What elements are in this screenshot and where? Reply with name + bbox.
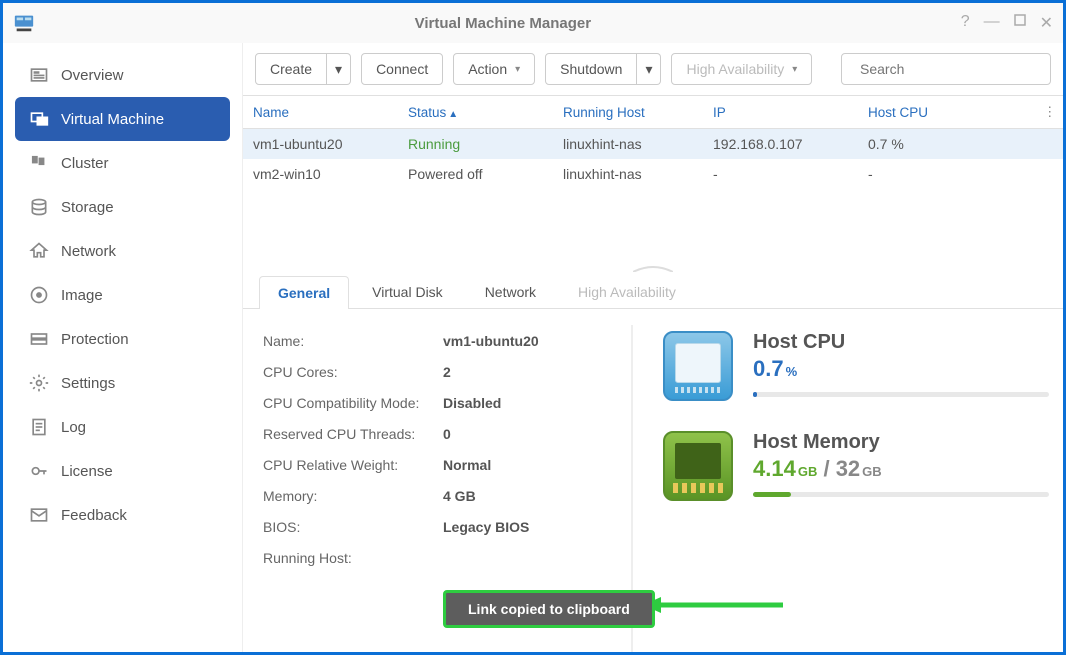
- memory-chip-icon: [663, 431, 733, 501]
- prop-key: CPU Compatibility Mode:: [263, 395, 443, 411]
- window-title: Virtual Machine Manager: [45, 15, 961, 32]
- sidebar-label: Storage: [61, 199, 114, 216]
- license-icon: [29, 461, 49, 481]
- column-cpu[interactable]: Host CPU: [858, 105, 1033, 120]
- create-dropdown[interactable]: ▾: [327, 53, 351, 85]
- prop-val: vm1-ubuntu20: [443, 333, 539, 349]
- vm-icon: [29, 109, 49, 129]
- sidebar: Overview Virtual Machine Cluster Storage…: [3, 43, 243, 652]
- prop-val: Normal: [443, 457, 491, 473]
- image-icon: [29, 285, 49, 305]
- metric-title: Host Memory: [753, 431, 1049, 454]
- prop-key: CPU Cores:: [263, 364, 443, 380]
- prop-key: BIOS:: [263, 519, 443, 535]
- sidebar-label: License: [61, 463, 113, 480]
- minimize-icon[interactable]: —: [984, 13, 1000, 33]
- sidebar-label: Protection: [61, 331, 129, 348]
- sidebar-item-virtual-machine[interactable]: Virtual Machine: [15, 97, 230, 141]
- prop-val: 0: [443, 426, 451, 442]
- table-row[interactable]: vm2-win10 Powered off linuxhint-nas - -: [243, 159, 1063, 189]
- action-button[interactable]: Action▾: [453, 53, 535, 85]
- vm-table: vm1-ubuntu20 Running linuxhint-nas 192.1…: [243, 129, 1063, 189]
- connect-button[interactable]: Connect: [361, 53, 443, 85]
- storage-icon: [29, 197, 49, 217]
- prop-key: Running Host:: [263, 550, 443, 566]
- column-options-icon[interactable]: ⋮: [1033, 104, 1053, 120]
- tab-network[interactable]: Network: [466, 275, 555, 308]
- prop-val: 2: [443, 364, 451, 380]
- column-ip[interactable]: IP: [703, 105, 858, 120]
- maximize-icon[interactable]: [1014, 13, 1026, 33]
- shutdown-dropdown[interactable]: ▾: [637, 53, 661, 85]
- close-icon[interactable]: ✕: [1040, 13, 1053, 33]
- column-status[interactable]: Status▲: [398, 105, 553, 120]
- metric-cpu: Host CPU 0.7%: [663, 331, 1049, 401]
- shutdown-button[interactable]: Shutdown: [545, 53, 637, 85]
- tab-general[interactable]: General: [259, 276, 349, 309]
- cluster-icon: [29, 153, 49, 173]
- sidebar-item-overview[interactable]: Overview: [15, 53, 230, 97]
- sidebar-item-settings[interactable]: Settings: [15, 361, 230, 405]
- search-input[interactable]: [860, 61, 1041, 77]
- network-icon: [29, 241, 49, 261]
- sidebar-item-protection[interactable]: Protection: [15, 317, 230, 361]
- sidebar-label: Overview: [61, 67, 124, 84]
- log-icon: [29, 417, 49, 437]
- cpu-chip-icon: [663, 331, 733, 401]
- tab-virtual-disk[interactable]: Virtual Disk: [353, 275, 462, 308]
- tab-ha: High Availability: [559, 275, 695, 308]
- sidebar-item-license[interactable]: License: [15, 449, 230, 493]
- metric-memory: Host Memory 4.14GB / 32GB: [663, 431, 1049, 501]
- toast-notification: Link copied to clipboard: [443, 590, 655, 628]
- search-box[interactable]: [841, 53, 1051, 85]
- protection-icon: [29, 329, 49, 349]
- sidebar-label: Log: [61, 419, 86, 436]
- ha-button: High Availability▾: [671, 53, 812, 85]
- sidebar-item-network[interactable]: Network: [15, 229, 230, 273]
- toolbar: Create ▾ Connect Action▾ Shutdown ▾ High…: [243, 43, 1063, 95]
- sidebar-item-cluster[interactable]: Cluster: [15, 141, 230, 185]
- prop-key: Memory:: [263, 488, 443, 504]
- feedback-icon: [29, 505, 49, 525]
- sort-asc-icon: ▲: [448, 109, 458, 120]
- annotation-arrow: [643, 595, 783, 620]
- sidebar-label: Image: [61, 287, 103, 304]
- help-icon[interactable]: ?: [961, 13, 970, 33]
- sidebar-label: Virtual Machine: [61, 111, 164, 128]
- sidebar-label: Feedback: [61, 507, 127, 524]
- settings-icon: [29, 373, 49, 393]
- prop-val: Legacy BIOS: [443, 519, 529, 535]
- table-header: Name Status▲ Running Host IP Host CPU ⋮: [243, 95, 1063, 129]
- column-name[interactable]: Name: [243, 105, 398, 120]
- sidebar-label: Settings: [61, 375, 115, 392]
- detail-tabs: General Virtual Disk Network High Availa…: [243, 269, 1063, 309]
- sidebar-label: Network: [61, 243, 116, 260]
- sidebar-item-log[interactable]: Log: [15, 405, 230, 449]
- resize-handle-icon[interactable]: [633, 259, 673, 265]
- prop-key: Name:: [263, 333, 443, 349]
- prop-key: CPU Relative Weight:: [263, 457, 443, 473]
- overview-icon: [29, 65, 49, 85]
- metric-title: Host CPU: [753, 331, 1049, 354]
- cpu-usage-bar: [753, 392, 1049, 397]
- prop-key: Reserved CPU Threads:: [263, 426, 443, 442]
- sidebar-item-storage[interactable]: Storage: [15, 185, 230, 229]
- sidebar-label: Cluster: [61, 155, 109, 172]
- table-row[interactable]: vm1-ubuntu20 Running linuxhint-nas 192.1…: [243, 129, 1063, 159]
- sidebar-item-image[interactable]: Image: [15, 273, 230, 317]
- app-icon: [13, 12, 35, 34]
- mem-usage-bar: [753, 492, 1049, 497]
- prop-val: Disabled: [443, 395, 501, 411]
- create-button[interactable]: Create: [255, 53, 327, 85]
- column-host[interactable]: Running Host: [553, 105, 703, 120]
- sidebar-item-feedback[interactable]: Feedback: [15, 493, 230, 537]
- prop-val: 4 GB: [443, 488, 476, 504]
